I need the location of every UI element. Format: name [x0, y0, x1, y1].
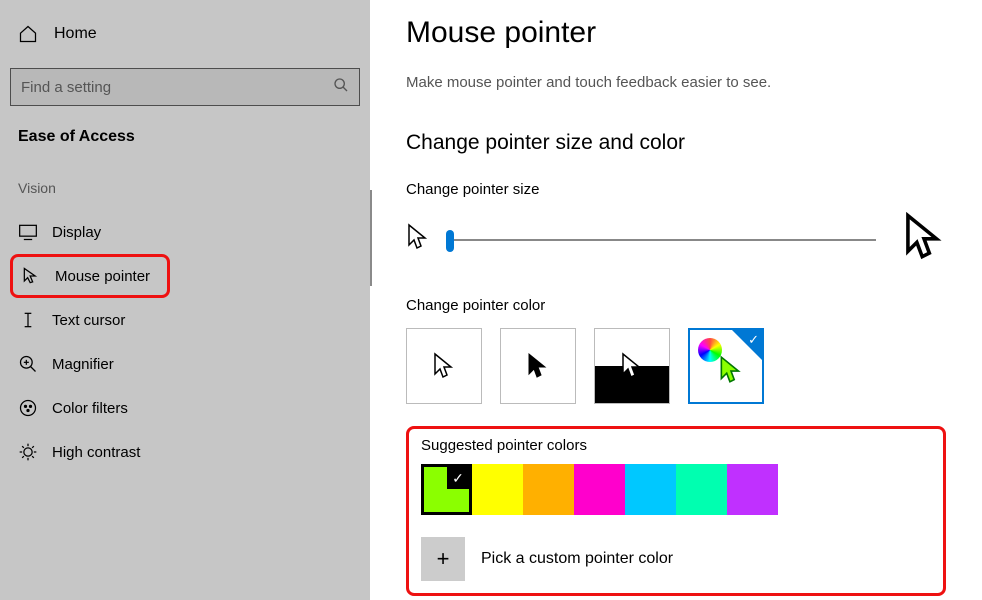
color-swatch[interactable] [727, 464, 778, 515]
sidebar-item-label: High contrast [52, 444, 140, 461]
search-input-wrap[interactable] [10, 68, 360, 106]
scroll-indicator[interactable] [370, 190, 372, 286]
sidebar-item-text-cursor[interactable]: Text cursor [10, 298, 360, 342]
color-swatch[interactable] [421, 464, 472, 515]
pointer-color-black[interactable] [500, 328, 576, 404]
suggested-colors-section: Suggested pointer colors + Pick a custom… [406, 426, 946, 596]
slider-thumb[interactable] [446, 230, 454, 252]
sidebar-item-color-filters[interactable]: Color filters [10, 386, 360, 430]
sidebar-item-label: Magnifier [52, 356, 114, 373]
sidebar-item-magnifier[interactable]: Magnifier [10, 342, 360, 386]
search-icon [333, 77, 349, 98]
sidebar-item-mouse-pointer[interactable]: Mouse pointer [10, 254, 170, 298]
magnifier-icon [18, 354, 38, 374]
high-contrast-icon [18, 442, 38, 462]
sidebar-group-label: Vision [10, 170, 360, 210]
color-swatch[interactable] [574, 464, 625, 515]
pointer-color-white[interactable] [406, 328, 482, 404]
pick-custom-label: Pick a custom pointer color [481, 550, 673, 568]
home-icon [18, 24, 38, 44]
colored-cursor-icon [718, 355, 744, 390]
home-nav[interactable]: Home [10, 18, 360, 50]
suggested-colors-label: Suggested pointer colors [421, 437, 931, 454]
color-swatch[interactable] [676, 464, 727, 515]
pointer-color-inverted[interactable] [594, 328, 670, 404]
plus-icon: + [421, 537, 465, 581]
pointer-size-label: Change pointer size [406, 181, 946, 198]
pick-custom-color-button[interactable]: + Pick a custom pointer color [421, 537, 931, 581]
sidebar-section-title: Ease of Access [10, 124, 360, 170]
page-description: Make mouse pointer and touch feedback ea… [406, 74, 946, 91]
pointer-color-custom[interactable] [688, 328, 764, 404]
color-swatch[interactable] [472, 464, 523, 515]
color-filters-icon [18, 398, 38, 418]
color-swatch[interactable] [523, 464, 574, 515]
sidebar-item-high-contrast[interactable]: High contrast [10, 430, 360, 474]
search-input[interactable] [21, 79, 333, 96]
pointer-size-slider[interactable] [446, 239, 876, 241]
swatch-row [421, 464, 931, 515]
section-heading: Change pointer size and color [406, 131, 946, 155]
mouse-pointer-icon [21, 266, 41, 286]
cursor-small-icon [406, 223, 430, 256]
sidebar-item-label: Display [52, 224, 101, 241]
sidebar-item-label: Text cursor [52, 312, 125, 329]
pointer-color-label: Change pointer color [406, 297, 946, 314]
sidebar-item-display[interactable]: Display [10, 210, 360, 254]
page-title: Mouse pointer [406, 16, 946, 50]
sidebar-item-label: Color filters [52, 400, 128, 417]
sidebar-item-label: Mouse pointer [55, 268, 150, 285]
text-cursor-icon [18, 310, 38, 330]
cursor-big-icon [902, 212, 946, 267]
color-swatch[interactable] [625, 464, 676, 515]
home-label: Home [54, 25, 97, 43]
display-icon [18, 222, 38, 242]
